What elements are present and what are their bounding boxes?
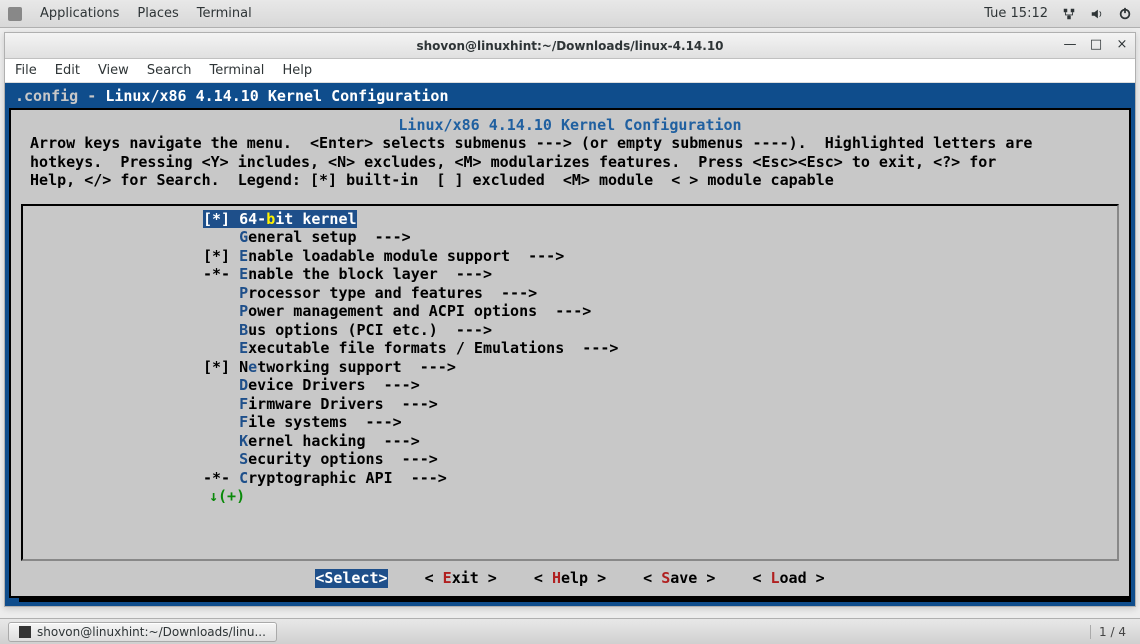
menuconfig-inner-title: Linux/x86 4.14.10 Kernel Configuration (21, 116, 1119, 135)
menu-terminal-tab[interactable]: Terminal (209, 63, 264, 78)
maximize-button[interactable]: □ (1089, 37, 1103, 52)
menu-item-4[interactable]: Processor type and features ---> (23, 284, 1117, 303)
menu-edit[interactable]: Edit (55, 63, 80, 78)
save-button[interactable]: < Save > (643, 569, 715, 588)
menuconfig-shadow (19, 598, 1131, 602)
menuconfig-window: Linux/x86 4.14.10 Kernel Configuration A… (9, 108, 1131, 598)
terminal-menubar: File Edit View Search Terminal Help (5, 59, 1135, 83)
menuconfig-menu[interactable]: [*] 64-bit kernel General setup --->[*] … (21, 204, 1119, 562)
menu-item-6[interactable]: Bus options (PCI etc.) ---> (23, 321, 1117, 340)
menuconfig-help-l3: Help, </> for Search. Legend: [*] built-… (21, 171, 1119, 190)
clock[interactable]: Tue 15:12 (984, 6, 1048, 21)
power-icon[interactable] (1118, 7, 1132, 21)
menu-view[interactable]: View (98, 63, 129, 78)
volume-icon[interactable] (1090, 7, 1104, 21)
menu-file[interactable]: File (15, 63, 37, 78)
menu-terminal[interactable]: Terminal (197, 6, 252, 21)
menuconfig-help-l2: hotkeys. Pressing <Y> includes, <N> excl… (21, 153, 1119, 172)
menuconfig-help-l1: Arrow keys navigate the menu. <Enter> se… (21, 134, 1119, 153)
exit-button[interactable]: < Exit > (425, 569, 497, 588)
window-titlebar[interactable]: shovon@linuxhint:~/Downloads/linux-4.14.… (5, 33, 1135, 59)
activities-icon[interactable] (8, 7, 22, 21)
menu-item-11[interactable]: File systems ---> (23, 413, 1117, 432)
minimize-button[interactable]: — (1063, 37, 1077, 52)
menu-item-8[interactable]: [*] Networking support ---> (23, 358, 1117, 377)
menu-item-5[interactable]: Power management and ACPI options ---> (23, 302, 1117, 321)
menuconfig-title: .config - Linux/x86 4.14.10 Kernel Confi… (9, 87, 1131, 108)
menuconfig-button-bar: <Select> < Exit > < Help > < Save > < Lo… (21, 561, 1119, 588)
menu-item-9[interactable]: Device Drivers ---> (23, 376, 1117, 395)
load-button[interactable]: < Load > (752, 569, 824, 588)
menu-item-2[interactable]: [*] Enable loadable module support ---> (23, 247, 1117, 266)
menu-applications[interactable]: Applications (40, 6, 119, 21)
menu-item-3[interactable]: -*- Enable the block layer ---> (23, 265, 1117, 284)
workspace-pager[interactable]: 1 / 4 (1090, 625, 1132, 639)
window-title: shovon@linuxhint:~/Downloads/linux-4.14.… (416, 39, 723, 53)
gnome-taskbar: shovon@linuxhint:~/Downloads/linu... 1 /… (0, 618, 1140, 644)
menu-item-0[interactable]: [*] 64-bit kernel (23, 210, 1117, 229)
terminal-icon (19, 626, 31, 638)
help-button[interactable]: < Help > (534, 569, 606, 588)
select-button[interactable]: <Select> (315, 569, 387, 588)
taskbar-label: shovon@linuxhint:~/Downloads/linu... (37, 625, 266, 639)
menu-item-12[interactable]: Kernel hacking ---> (23, 432, 1117, 451)
menu-search[interactable]: Search (147, 63, 192, 78)
terminal-content[interactable]: .config - Linux/x86 4.14.10 Kernel Confi… (5, 83, 1135, 606)
menu-item-7[interactable]: Executable file formats / Emulations ---… (23, 339, 1117, 358)
menu-help[interactable]: Help (282, 63, 312, 78)
menu-places[interactable]: Places (137, 6, 178, 21)
scroll-more-indicator: ↓(+) (23, 487, 1117, 506)
menu-item-1[interactable]: General setup ---> (23, 228, 1117, 247)
gnome-top-panel: Applications Places Terminal Tue 15:12 (0, 0, 1140, 28)
close-button[interactable]: × (1115, 37, 1129, 52)
menu-item-10[interactable]: Firmware Drivers ---> (23, 395, 1117, 414)
menu-item-13[interactable]: Security options ---> (23, 450, 1117, 469)
terminal-window: shovon@linuxhint:~/Downloads/linux-4.14.… (4, 32, 1136, 607)
network-icon[interactable] (1062, 7, 1076, 21)
taskbar-terminal-button[interactable]: shovon@linuxhint:~/Downloads/linu... (8, 622, 277, 642)
menu-item-14[interactable]: -*- Cryptographic API ---> (23, 469, 1117, 488)
